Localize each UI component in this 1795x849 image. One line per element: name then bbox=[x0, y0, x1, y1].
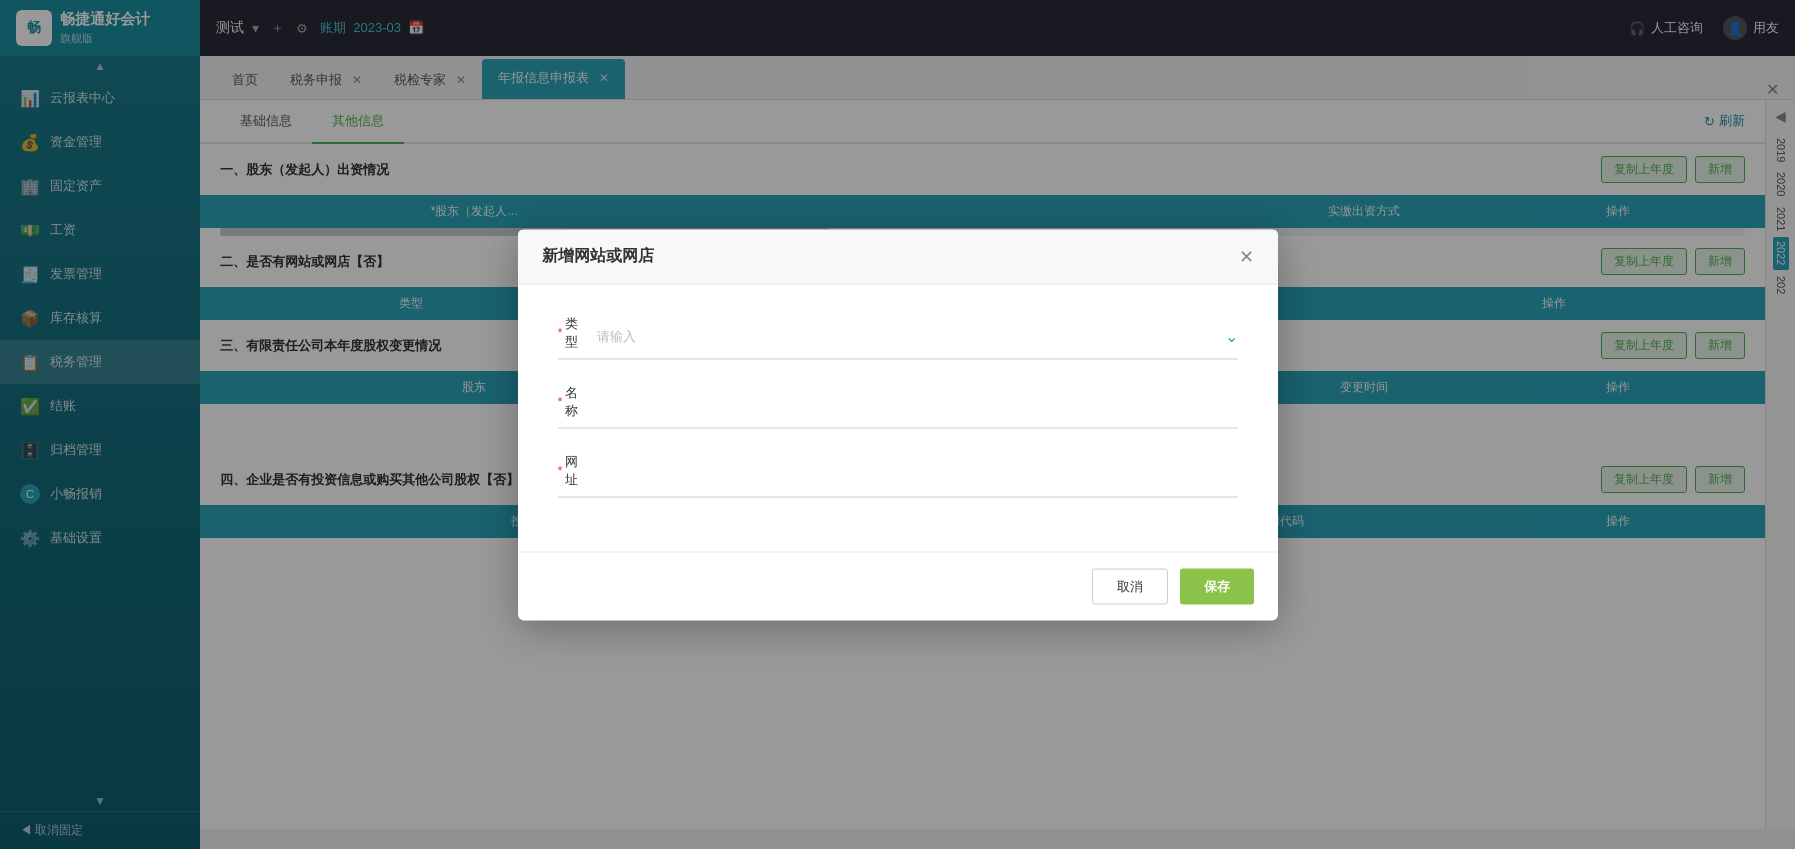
form-field-url: *网址 bbox=[558, 452, 1238, 497]
type-required-mark: * bbox=[558, 325, 563, 340]
type-dropdown-icon[interactable]: ⌄ bbox=[1225, 327, 1238, 346]
modal-title: 新增网站或网店 bbox=[542, 246, 654, 267]
modal-add-website: 新增网站或网店 ✕ *类型 ⌄ *名称 bbox=[518, 229, 1278, 620]
form-field-type: *类型 ⌄ bbox=[558, 314, 1238, 359]
modal-header: 新增网站或网店 ✕ bbox=[518, 229, 1278, 284]
name-required-mark: * bbox=[558, 394, 563, 409]
modal-close-button[interactable]: ✕ bbox=[1239, 245, 1254, 267]
form-field-name: *名称 bbox=[558, 383, 1238, 428]
type-input-wrapper: *类型 ⌄ bbox=[558, 314, 1238, 359]
save-button[interactable]: 保存 bbox=[1180, 568, 1254, 604]
type-input[interactable] bbox=[597, 321, 1238, 352]
url-input[interactable] bbox=[597, 459, 1238, 490]
modal-footer: 取消 保存 bbox=[518, 551, 1278, 620]
name-label: *名称 bbox=[558, 383, 589, 419]
type-label: *类型 bbox=[558, 314, 589, 350]
modal-body: *类型 ⌄ *名称 *网址 bbox=[518, 284, 1278, 551]
url-required-mark: * bbox=[558, 463, 563, 478]
name-input[interactable] bbox=[597, 390, 1238, 421]
url-input-wrapper: *网址 bbox=[558, 452, 1238, 497]
name-input-wrapper: *名称 bbox=[558, 383, 1238, 428]
cancel-button[interactable]: 取消 bbox=[1092, 568, 1168, 604]
url-label: *网址 bbox=[558, 452, 589, 488]
